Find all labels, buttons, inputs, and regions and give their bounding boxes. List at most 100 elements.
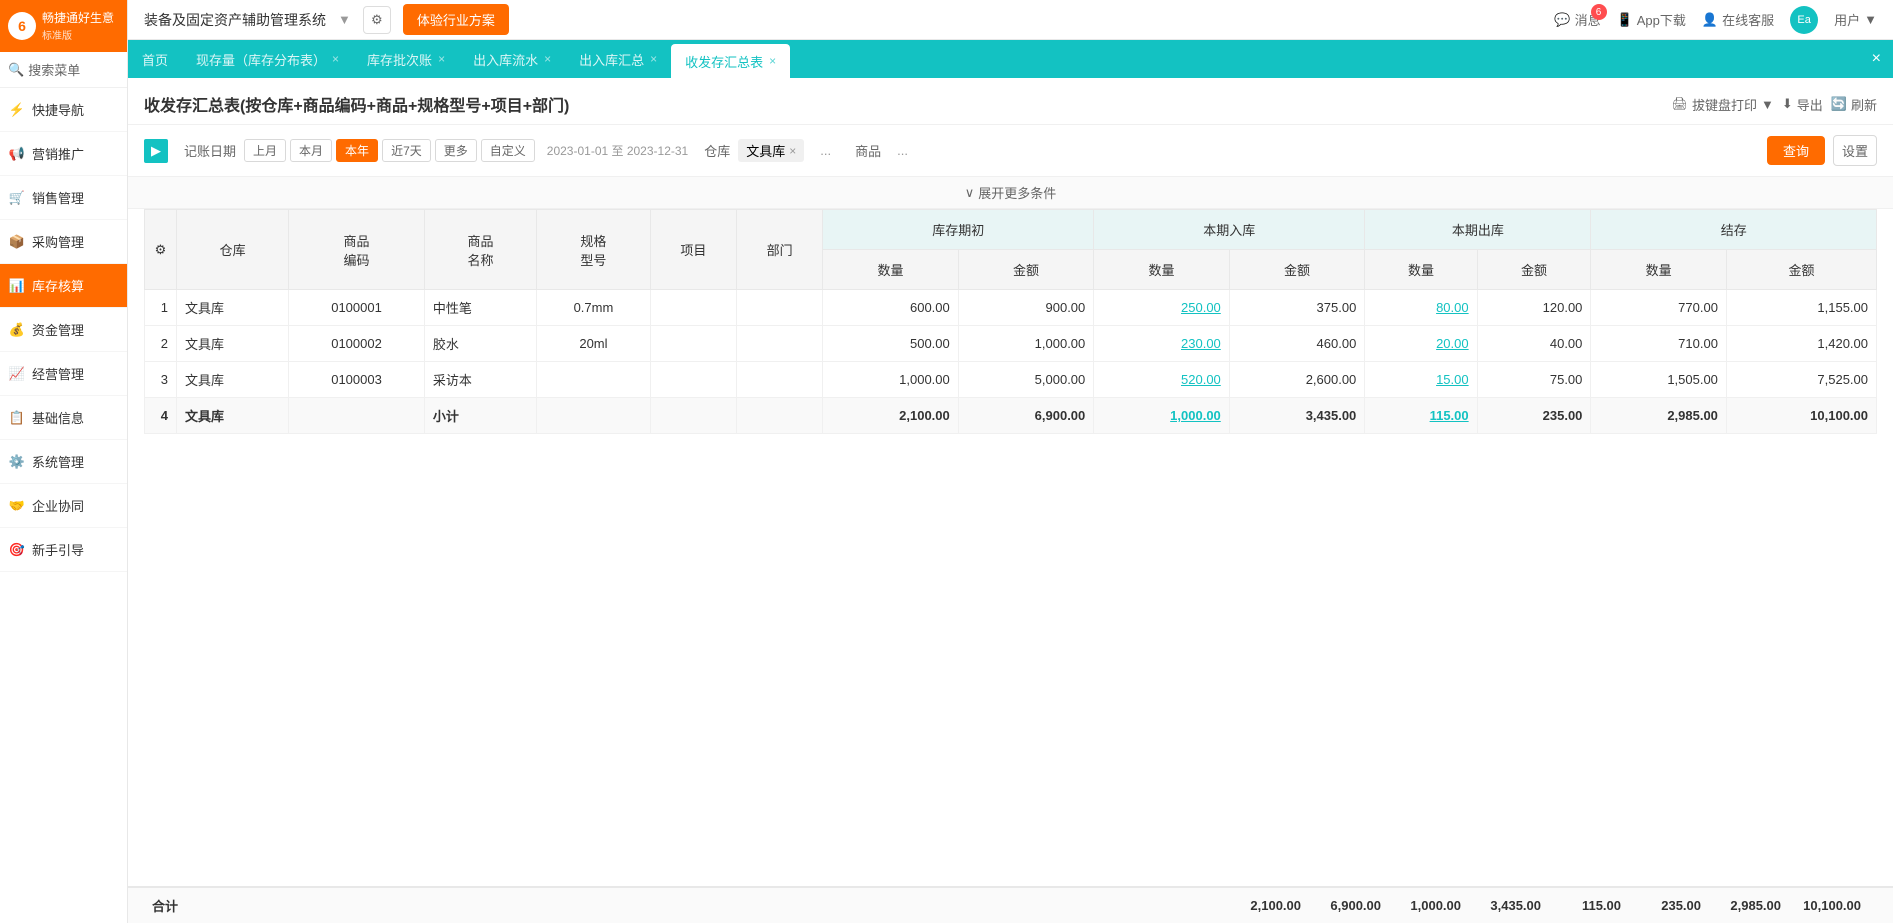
tab-in-out-flow[interactable]: 出入库流水 × (459, 40, 565, 78)
message-badge: 6 (1591, 4, 1607, 20)
expand-conditions-btn[interactable]: ∨ 展开更多条件 (965, 183, 1057, 202)
tab-in-out-summary[interactable]: 出入库汇总 × (565, 40, 671, 78)
app-logo-icon: 6 (8, 12, 36, 40)
trial-industry-btn[interactable]: 体验行业方案 (403, 4, 509, 35)
sidebar-item-basic[interactable]: 📋 基础信息 (0, 396, 127, 440)
tab-recv-send-summary-close[interactable]: × (769, 54, 776, 68)
cell-spec: 20ml (537, 326, 651, 362)
sidebar-item-business[interactable]: 📈 经营管理 (0, 352, 127, 396)
filter-date-range: 2023-01-01 至 2023-12-31 (547, 142, 688, 159)
tab-in-out-flow-close[interactable]: × (544, 52, 551, 66)
cell-sub-open-qty: 2,100.00 (823, 398, 959, 434)
cell-out-qty[interactable]: 15.00 (1365, 362, 1477, 398)
filter-date-this-year[interactable]: 本年 (336, 139, 378, 162)
main-content: 装备及固定资产辅助管理系统 ▼ ⚙ 体验行业方案 💬 消息 6 📱 App下载 … (128, 0, 1893, 923)
cell-sub-in-qty[interactable]: 1,000.00 (1094, 398, 1230, 434)
sidebar-item-label: 资金管理 (32, 320, 84, 339)
tabbar-close-all-btn[interactable]: × (1860, 50, 1893, 68)
tab-in-out-summary-close[interactable]: × (650, 52, 657, 66)
cell-open-amt: 5,000.00 (958, 362, 1094, 398)
sidebar-item-label: 新手引导 (32, 540, 84, 559)
filter-date-custom[interactable]: 自定义 (481, 139, 535, 162)
filter-date-last-month[interactable]: 上月 (244, 139, 286, 162)
tab-inventory-dist-close[interactable]: × (332, 52, 339, 66)
cell-code: 0100002 (289, 326, 425, 362)
user-label: 用户 (1834, 10, 1860, 29)
cell-in-qty[interactable]: 520.00 (1094, 362, 1230, 398)
cell-sub-spec (537, 398, 651, 434)
tab-bar: 首页 现存量（库存分布表） × 库存批次账 × 出入库流水 × 出入库汇总 × … (128, 40, 1893, 78)
user-menu-btn[interactable]: 用户 ▼ (1834, 10, 1877, 29)
filter-toggle-btn[interactable]: ▶ (144, 139, 168, 163)
tab-in-out-flow-label: 出入库流水 (473, 50, 538, 69)
th-open-amt: 金额 (958, 250, 1094, 290)
page-content: 收发存汇总表(按仓库+商品编码+商品+规格型号+项目+部门) 🖨 拔键盘打印 ▼… (128, 78, 1893, 923)
tab-home[interactable]: 首页 (128, 40, 182, 78)
th-out-qty: 数量 (1365, 250, 1477, 290)
topbar-settings-btn[interactable]: ⚙ (363, 6, 391, 34)
footer-in-qty: 1,000.00 (1389, 898, 1469, 913)
cell-out-qty[interactable]: 20.00 (1365, 326, 1477, 362)
sidebar-search[interactable]: 🔍 搜索菜单 (0, 52, 127, 88)
cell-spec: 0.7mm (537, 290, 651, 326)
sidebar-item-finance[interactable]: 💰 资金管理 (0, 308, 127, 352)
cell-in-qty[interactable]: 230.00 (1094, 326, 1230, 362)
user-avatar[interactable]: Ea (1790, 6, 1818, 34)
cell-in-qty[interactable]: 250.00 (1094, 290, 1230, 326)
cell-sub-name: 小计 (424, 398, 536, 434)
th-out-amt: 金额 (1477, 250, 1591, 290)
cell-dept (737, 362, 823, 398)
cell-open-qty: 600.00 (823, 290, 959, 326)
th-settings[interactable]: ⚙ (145, 210, 177, 290)
cell-out-amt: 120.00 (1477, 290, 1591, 326)
basic-icon: 📋 (8, 409, 26, 427)
cell-sub-dept (737, 398, 823, 434)
marketing-icon: 📢 (8, 145, 26, 163)
filter-date-more[interactable]: 更多 (435, 139, 477, 162)
app-download-btn[interactable]: 📱 App下载 (1617, 10, 1686, 29)
refresh-btn[interactable]: 🔄 刷新 (1831, 95, 1877, 114)
cell-dept (737, 290, 823, 326)
sidebar-item-inventory[interactable]: 📊 库存核算 (0, 264, 127, 308)
print-chevron: ▼ (1761, 97, 1774, 112)
print-btn[interactable]: 🖨 拔键盘打印 ▼ (1671, 95, 1773, 114)
cell-bal-amt: 7,525.00 (1726, 362, 1876, 398)
cell-name: 采访本 (424, 362, 536, 398)
app-download-icon: 📱 (1617, 12, 1633, 28)
sidebar-item-system[interactable]: ⚙️ 系统管理 (0, 440, 127, 484)
sidebar-item-sales[interactable]: 🛒 销售管理 (0, 176, 127, 220)
cell-sub-open-amt: 6,900.00 (958, 398, 1094, 434)
cell-sub-out-qty[interactable]: 115.00 (1365, 398, 1477, 434)
query-submit-btn[interactable]: 查询 (1767, 136, 1825, 165)
sidebar-nav: ⚡ 快捷导航 📢 营销推广 🛒 销售管理 📦 采购管理 📊 库存核算 💰 资金管… (0, 88, 127, 923)
tab-batch-ledger[interactable]: 库存批次账 × (353, 40, 459, 78)
sidebar-item-quick-nav[interactable]: ⚡ 快捷导航 (0, 88, 127, 132)
tab-inventory-dist[interactable]: 现存量（库存分布表） × (182, 40, 353, 78)
filter-warehouse-more[interactable]: ... (812, 141, 839, 160)
filter-date-this-month[interactable]: 本月 (290, 139, 332, 162)
sidebar-item-enterprise[interactable]: 🤝 企业协同 (0, 484, 127, 528)
cell-sub-bal-amt: 10,100.00 (1726, 398, 1876, 434)
filter-goods-more[interactable]: ... (889, 141, 916, 160)
th-open-qty: 数量 (823, 250, 959, 290)
export-btn[interactable]: ⬇ 导出 (1782, 95, 1823, 114)
th-out: 本期出库 (1365, 210, 1591, 250)
sidebar-item-purchase[interactable]: 📦 采购管理 (0, 220, 127, 264)
th-code: 商品编码 (289, 210, 425, 290)
topbar: 装备及固定资产辅助管理系统 ▼ ⚙ 体验行业方案 💬 消息 6 📱 App下载 … (128, 0, 1893, 40)
tab-recv-send-summary[interactable]: 收发存汇总表 × (671, 44, 790, 78)
filter-settings-btn[interactable]: 设置 (1833, 135, 1877, 166)
footer-bal-qty: 2,985.00 (1709, 898, 1789, 913)
sidebar-search-label: 搜索菜单 (28, 60, 80, 79)
filter-date-7days[interactable]: 近7天 (382, 139, 431, 162)
tab-batch-ledger-close[interactable]: × (438, 52, 445, 66)
cell-project (650, 290, 736, 326)
message-btn[interactable]: 💬 消息 6 (1554, 10, 1600, 29)
online-service-btn[interactable]: 👤 在线客服 (1702, 10, 1774, 29)
sidebar-item-guide[interactable]: 🎯 新手引导 (0, 528, 127, 572)
table-subtotal-row: 4 文具库 小计 2,100.00 6,900.00 1,000.00 3,43… (145, 398, 1877, 434)
refresh-label: 刷新 (1851, 95, 1877, 114)
filter-warehouse-tag-close[interactable]: × (789, 144, 796, 158)
cell-out-qty[interactable]: 80.00 (1365, 290, 1477, 326)
sidebar-item-marketing[interactable]: 📢 营销推广 (0, 132, 127, 176)
